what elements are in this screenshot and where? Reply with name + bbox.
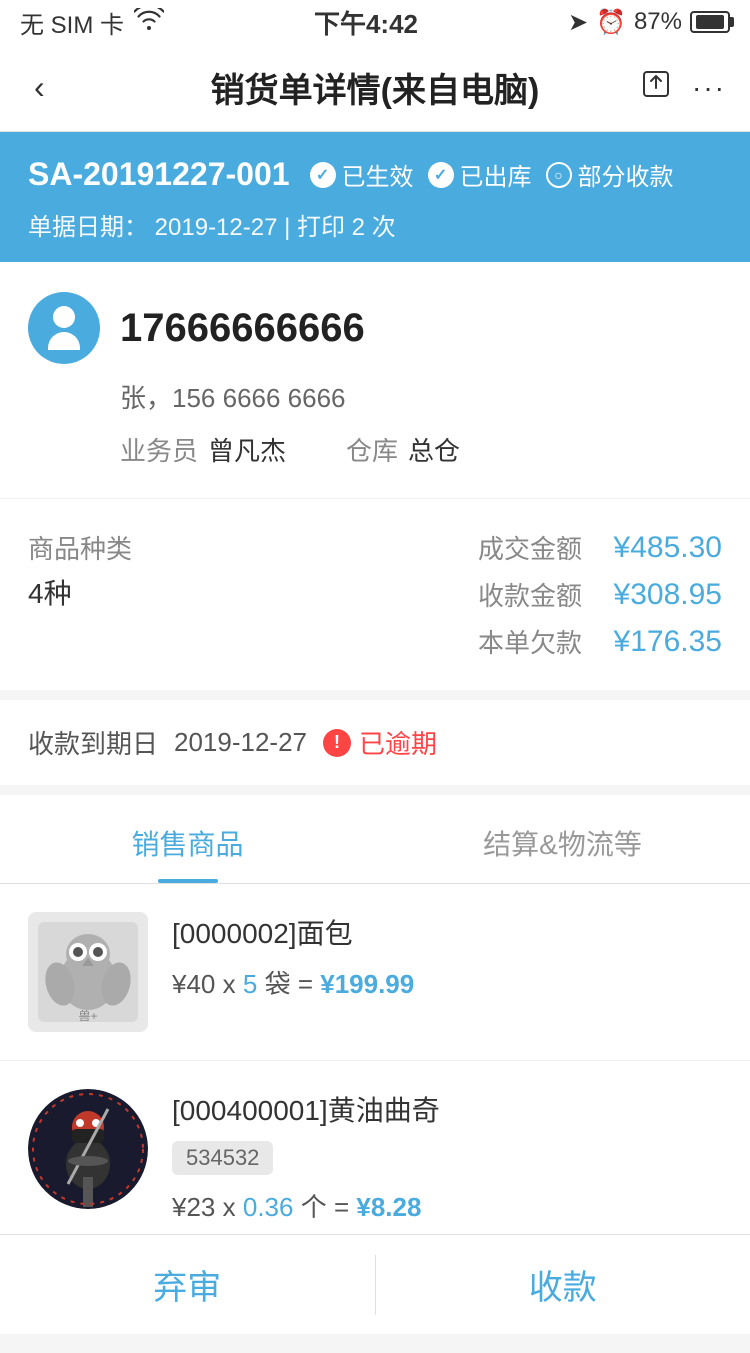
- product-price-1: ¥40 x 5 袋 = ¥199.99: [172, 964, 722, 1001]
- tab-underline: [158, 879, 218, 883]
- avatar: [28, 292, 100, 364]
- product-qty-2: 0.36: [243, 1192, 294, 1222]
- order-date: 单据日期： 2019-12-27 | 打印 2 次: [28, 207, 722, 242]
- page-title: 销货单详情(来自电脑): [211, 63, 540, 112]
- bottom-bar: 弃审 收款: [0, 1234, 750, 1334]
- check-icon-2: ✓: [428, 162, 454, 188]
- tabs-section: 销售商品 结算&物流等: [0, 795, 750, 884]
- product-image-1: 兽+: [28, 912, 148, 1032]
- order-badges: ✓ 已生效 ✓ 已出库 ○ 部分收款: [310, 157, 674, 192]
- stats-left: 商品种类 4种: [28, 529, 132, 612]
- stats-section: 商品种类 4种 成交金额 ¥485.30 收款金额 ¥308.95 本单欠款 ¥…: [0, 499, 750, 700]
- product-sku-2: 534532: [172, 1141, 273, 1175]
- sales-info: 业务员 曾凡杰: [120, 431, 286, 468]
- amount-row: 成交金额 ¥485.30: [478, 529, 722, 566]
- status-time: 下午4:42: [314, 4, 418, 41]
- overdue-badge: ! 已逾期: [323, 724, 437, 761]
- tab-settlement[interactable]: 结算&物流等: [375, 795, 750, 883]
- product-info-2: [000400001]黄油曲奇 534532 ¥23 x 0.36 个 = ¥8…: [172, 1089, 722, 1224]
- product-list: 兽+ [0000002]面包 ¥40 x 5 袋 = ¥199.99: [0, 884, 750, 1253]
- warehouse-label: 仓库: [346, 431, 398, 468]
- debt-value: ¥176.35: [602, 625, 722, 659]
- product-price-2: ¥23 x 0.36 个 = ¥8.28: [172, 1187, 722, 1224]
- received-value: ¥308.95: [602, 578, 722, 612]
- sales-name: 曾凡杰: [208, 431, 286, 468]
- battery-icon: [690, 11, 730, 33]
- due-date-label: 收款到期日: [28, 724, 158, 761]
- check-icon: ✓: [310, 162, 336, 188]
- customer-meta: 业务员 曾凡杰 仓库 总仓: [28, 431, 722, 468]
- svg-text:兽+: 兽+: [78, 1009, 97, 1022]
- carrier-text: 无 SIM 卡: [20, 5, 124, 40]
- debt-row: 本单欠款 ¥176.35: [478, 623, 722, 660]
- product-image-2: [28, 1089, 148, 1209]
- warehouse-info: 仓库 总仓: [346, 431, 460, 468]
- stats-right: 成交金额 ¥485.30 收款金额 ¥308.95 本单欠款 ¥176.35: [478, 529, 722, 660]
- overdue-icon: !: [323, 729, 351, 757]
- customer-section: 17666666666 张，156 6666 6666 业务员 曾凡杰 仓库 总…: [0, 262, 750, 499]
- share-button[interactable]: [640, 68, 672, 107]
- location-icon: ➤: [568, 8, 588, 37]
- customer-contact: 张，156 6666 6666: [28, 378, 722, 415]
- cancel-button[interactable]: 弃审: [0, 1240, 375, 1329]
- order-banner-top: SA-20191227-001 ✓ 已生效 ✓ 已出库 ○ 部分收款: [28, 156, 722, 193]
- list-item: [000400001]黄油曲奇 534532 ¥23 x 0.36 个 = ¥8…: [0, 1061, 750, 1253]
- sales-label: 业务员: [120, 431, 198, 468]
- product-name-1: [0000002]面包: [172, 912, 722, 952]
- due-date-section: 收款到期日 2019-12-27 ! 已逾期: [0, 700, 750, 795]
- more-button[interactable]: ···: [692, 72, 726, 104]
- battery-text: 87%: [634, 8, 682, 36]
- product-total-1: ¥199.99: [320, 969, 414, 999]
- list-item: 兽+ [0000002]面包 ¥40 x 5 袋 = ¥199.99: [0, 884, 750, 1061]
- confirm-button[interactable]: 收款: [376, 1240, 750, 1329]
- back-button[interactable]: ‹: [24, 59, 55, 116]
- nav-actions: ···: [640, 68, 726, 107]
- order-banner: SA-20191227-001 ✓ 已生效 ✓ 已出库 ○ 部分收款 单据日期：…: [0, 132, 750, 262]
- product-qty-1: 5: [243, 969, 257, 999]
- customer-row: 17666666666: [28, 292, 722, 364]
- wifi-icon: [134, 8, 164, 37]
- category-label: 商品种类: [28, 529, 132, 566]
- amount-label: 成交金额: [478, 529, 582, 566]
- status-bar: 无 SIM 卡 下午4:42 ➤ ⏰ 87%: [0, 0, 750, 44]
- customer-id: 17666666666: [120, 306, 365, 351]
- received-row: 收款金额 ¥308.95: [478, 576, 722, 613]
- clock-icon: ○: [546, 162, 572, 188]
- warehouse-name: 总仓: [408, 431, 460, 468]
- due-date-value: 2019-12-27: [174, 727, 307, 758]
- alarm-icon: ⏰: [596, 8, 626, 37]
- badge-partial: ○ 部分收款: [546, 157, 674, 192]
- overdue-text: 已逾期: [359, 724, 437, 761]
- order-id: SA-20191227-001: [28, 156, 290, 193]
- received-label: 收款金额: [478, 576, 582, 613]
- debt-label: 本单欠款: [478, 623, 582, 660]
- product-name-2: [000400001]黄油曲奇: [172, 1089, 722, 1129]
- category-value: 4种: [28, 572, 132, 612]
- tab-products[interactable]: 销售商品: [0, 795, 375, 883]
- status-right: ➤ ⏰ 87%: [568, 8, 730, 37]
- status-left: 无 SIM 卡: [20, 5, 164, 40]
- badge-effective: ✓ 已生效: [310, 157, 414, 192]
- nav-bar: ‹ 销货单详情(来自电脑) ···: [0, 44, 750, 132]
- badge-shipped: ✓ 已出库: [428, 157, 532, 192]
- amount-value: ¥485.30: [602, 531, 722, 565]
- product-total-2: ¥8.28: [356, 1192, 421, 1222]
- product-info-1: [0000002]面包 ¥40 x 5 袋 = ¥199.99: [172, 912, 722, 1001]
